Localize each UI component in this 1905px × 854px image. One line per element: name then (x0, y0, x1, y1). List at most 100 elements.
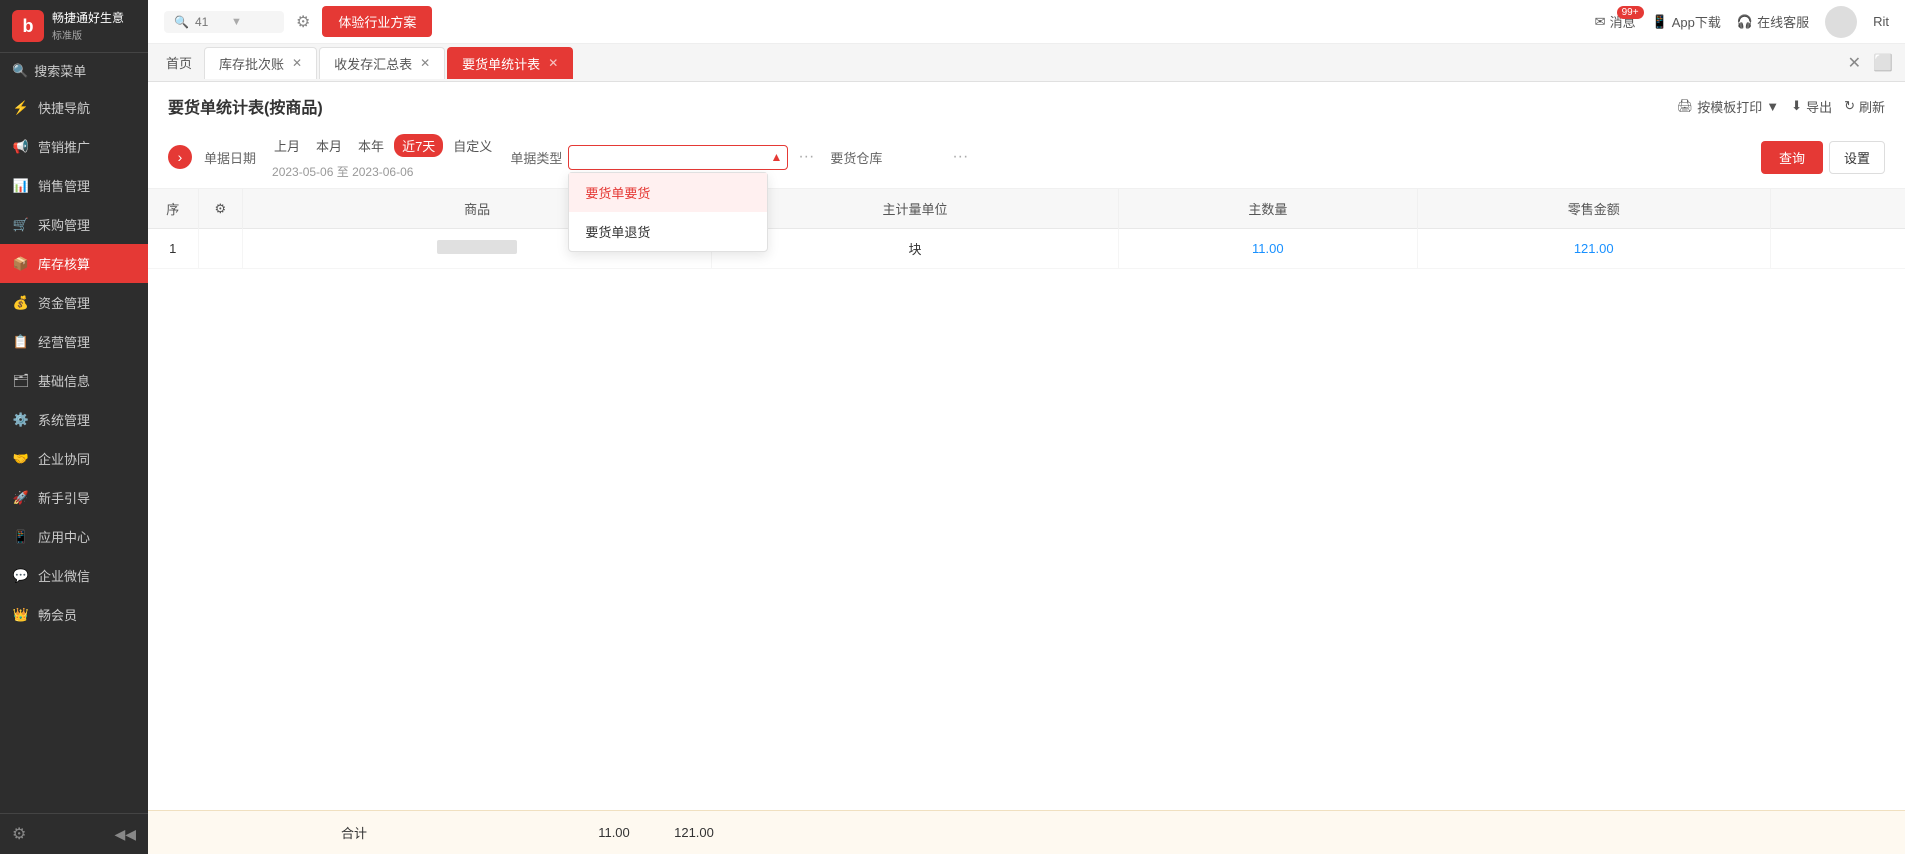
type-dropdown-menu: 要货单要货 要货单退货 (568, 172, 768, 252)
topbar-right: ✉ 消息 99+ 📱 App下载 🎧 在线客服 Rit (1595, 6, 1889, 38)
topbar-search-dropdown-icon[interactable]: ▼ (231, 16, 242, 28)
messages-item[interactable]: ✉ 消息 99+ (1595, 12, 1636, 31)
tab-label: 收发存汇总表 (334, 54, 412, 73)
sidebar-item-inventory[interactable]: 📦 库存核算 (0, 244, 148, 283)
tab-close-icon[interactable]: ✕ (292, 56, 302, 70)
online-service-item[interactable]: 🎧 在线客服 (1737, 12, 1809, 31)
sidebar-item-label: 资金管理 (38, 293, 90, 312)
sidebar-item-label: 应用中心 (38, 527, 90, 546)
table-header-row: 序 ⚙ 商品 主计量单位 主数量 零售金额 (148, 189, 1905, 229)
product-name-placeholder (437, 240, 517, 254)
sidebar-search-item[interactable]: 🔍 搜索菜单 (0, 53, 148, 88)
warehouse-filter-field: 要货仓库 ··· (830, 146, 1749, 168)
sidebar-item-guide[interactable]: 🚀 新手引导 (0, 478, 148, 517)
sidebar-item-label: 企业协同 (38, 449, 90, 468)
data-table: 序 ⚙ 商品 主计量单位 主数量 零售金额 1 (148, 189, 1905, 269)
date-buttons: 上月 本月 本年 近7天 自定义 (268, 134, 498, 157)
sidebar-item-marketing[interactable]: 📢 营销推广 (0, 127, 148, 166)
table-area: 序 ⚙ 商品 主计量单位 主数量 零售金额 1 (148, 189, 1905, 810)
close-all-tabs-button[interactable]: ✕ (1844, 51, 1865, 75)
warehouse-filter-label: 要货仓库 (830, 148, 882, 167)
phone-icon: 📱 (1652, 14, 1668, 30)
sidebar-item-label: 营销推广 (38, 137, 90, 156)
date-btn-this-month[interactable]: 本月 (310, 134, 348, 157)
sidebar-item-app-center[interactable]: 📱 应用中心 (0, 517, 148, 556)
wechat-icon: 💬 (12, 568, 30, 584)
app-logo-text: 畅捷通好生意 标准版 (52, 10, 124, 42)
cell-settings (198, 229, 243, 269)
sidebar-item-system[interactable]: ⚙️ 系统管理 (0, 400, 148, 439)
query-button[interactable]: 查询 (1761, 141, 1823, 174)
sidebar-item-vip[interactable]: 👑 畅会员 (0, 595, 148, 634)
sidebar-item-sales[interactable]: 📊 销售管理 (0, 166, 148, 205)
tab-batch-ledger[interactable]: 库存批次账 ✕ (204, 47, 317, 79)
print-action[interactable]: 🖨 按模板打印 ▼ (1677, 97, 1779, 116)
settings-button[interactable]: 设置 (1829, 141, 1885, 174)
cell-quantity: 11.00 (1118, 229, 1417, 269)
restore-tab-button[interactable]: ⬜ (1869, 51, 1897, 75)
date-btn-custom[interactable]: 自定义 (447, 134, 498, 157)
print-dropdown-icon[interactable]: ▼ (1766, 99, 1779, 114)
table-row: 1 块 11.00 121.00 (148, 229, 1905, 269)
footer-quantity: 11.00 (574, 825, 654, 840)
user-name-label: Rit (1873, 14, 1889, 29)
date-range-display: 2023-05-06 至 2023-06-06 (272, 163, 413, 180)
sidebar-item-quick-nav[interactable]: ⚡ 快捷导航 (0, 88, 148, 127)
sidebar-item-basic[interactable]: 🗂 基础信息 (0, 361, 148, 400)
refresh-icon: ↻ (1844, 98, 1855, 114)
col-header-index: 序 (148, 189, 198, 229)
messages-badge: 99+ (1617, 6, 1644, 19)
tab-close-icon[interactable]: ✕ (548, 56, 558, 70)
purchase-icon: 🛒 (12, 217, 30, 233)
app-download-item[interactable]: 📱 App下载 (1652, 12, 1721, 31)
date-btn-up-month[interactable]: 上月 (268, 134, 306, 157)
refresh-action[interactable]: ↻ 刷新 (1844, 97, 1885, 116)
guide-icon: 🚀 (12, 490, 30, 506)
col-header-settings[interactable]: ⚙ (198, 189, 243, 229)
sidebar-settings-icon[interactable]: ⚙ (12, 824, 26, 844)
sidebar-item-label: 经营管理 (38, 332, 90, 351)
sidebar-item-enterprise[interactable]: 🤝 企业协同 (0, 439, 148, 478)
tab-receipt-summary[interactable]: 收发存汇总表 ✕ (319, 47, 445, 79)
type-filter-label: 单据类型 (510, 148, 562, 167)
table-body: 1 块 11.00 121.00 (148, 229, 1905, 269)
filter-expand-button[interactable]: › (168, 145, 192, 169)
filter-bar: › 单据日期 上月 本月 本年 近7天 自定义 2023-05-06 至 202… (148, 126, 1905, 189)
headset-icon: 🎧 (1737, 14, 1753, 30)
sidebar-item-finance[interactable]: 💰 资金管理 (0, 283, 148, 322)
tabs-bar: 首页 库存批次账 ✕ 收发存汇总表 ✕ 要货单统计表 ✕ ✕ ⬜ (148, 44, 1905, 82)
date-btn-this-year[interactable]: 本年 (352, 134, 390, 157)
tab-close-icon[interactable]: ✕ (420, 56, 430, 70)
type-select-input[interactable] (568, 145, 788, 170)
sidebar: b 畅捷通好生意 标准版 🔍 搜索菜单 ⚡ 快捷导航 📢 营销推广 📊 销售管理… (0, 0, 148, 854)
topbar-gear-icon[interactable]: ⚙ (296, 12, 310, 32)
dropdown-item-order-purchase[interactable]: 要货单要货 (569, 173, 767, 212)
dropdown-item-order-return[interactable]: 要货单退货 (569, 212, 767, 251)
operations-icon: 📋 (12, 334, 30, 350)
tab-home[interactable]: 首页 (156, 47, 202, 78)
col-settings-icon[interactable]: ⚙ (215, 201, 227, 216)
export-action[interactable]: ⬇ 导出 (1791, 97, 1832, 116)
sidebar-item-purchase[interactable]: 🛒 采购管理 (0, 205, 148, 244)
date-btn-recent7[interactable]: 近7天 (394, 134, 443, 157)
table-header: 序 ⚙ 商品 主计量单位 主数量 零售金额 (148, 189, 1905, 229)
cell-index: 1 (148, 229, 198, 269)
industry-solution-button[interactable]: 体验行业方案 (322, 6, 432, 37)
sidebar-item-label: 基础信息 (38, 371, 90, 390)
amount-link[interactable]: 121.00 (1574, 241, 1614, 256)
app-center-icon: 📱 (12, 529, 30, 545)
sidebar-item-operations[interactable]: 📋 经营管理 (0, 322, 148, 361)
user-avatar[interactable] (1825, 6, 1857, 38)
page-content: 要货单统计表(按商品) 🖨 按模板打印 ▼ ⬇ 导出 ↻ 刷新 › (148, 82, 1905, 854)
topbar-search-input[interactable] (195, 15, 225, 29)
system-icon: ⚙️ (12, 412, 30, 428)
cell-extra (1770, 229, 1905, 269)
tab-order-stats[interactable]: 要货单统计表 ✕ (447, 47, 573, 79)
sidebar-item-wechat[interactable]: 💬 企业微信 (0, 556, 148, 595)
quantity-link[interactable]: 11.00 (1252, 241, 1284, 256)
type-filter-more-button[interactable]: ··· (794, 146, 818, 168)
warehouse-filter-more-button[interactable]: ··· (948, 146, 972, 168)
topbar-search-box[interactable]: 🔍 ▼ (164, 11, 284, 33)
sidebar-collapse-btn[interactable]: ◀◀ (114, 826, 136, 843)
quick-nav-icon: ⚡ (12, 100, 30, 116)
